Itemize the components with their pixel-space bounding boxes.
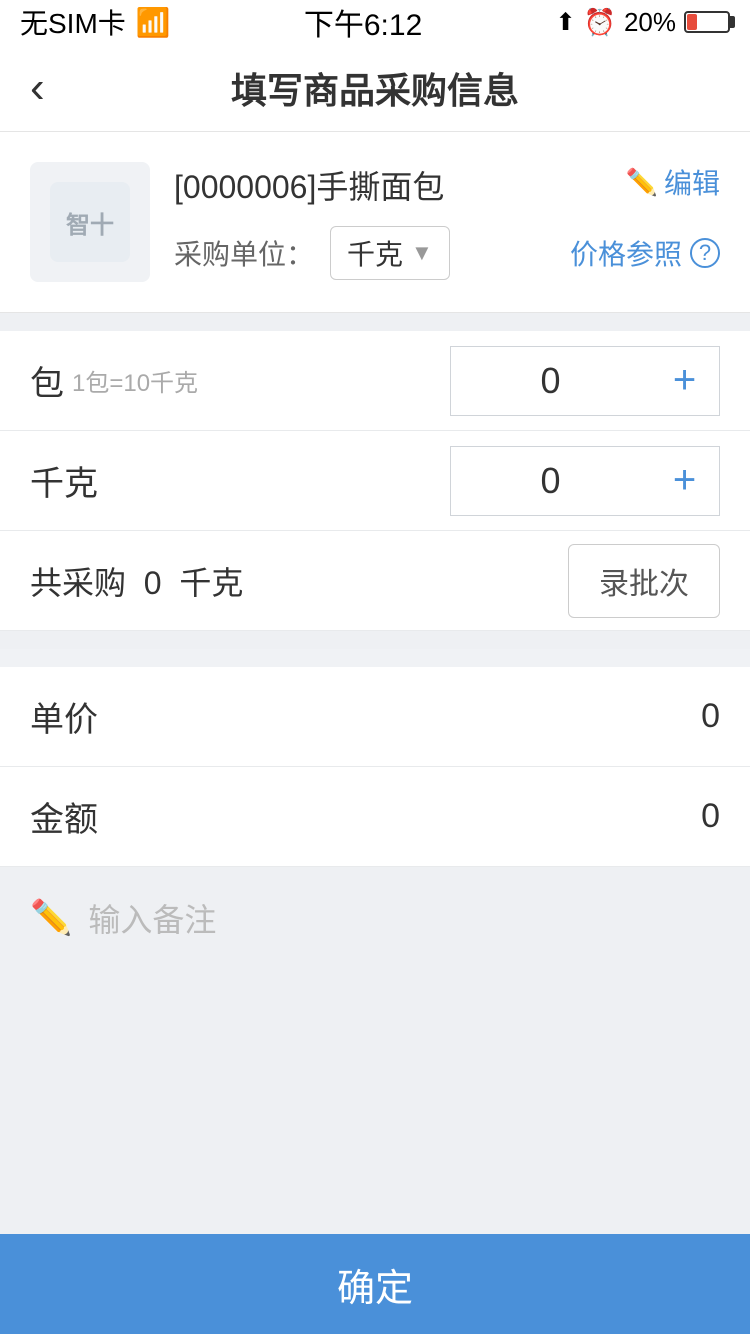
battery-icon [684, 11, 730, 33]
product-card: 智十 [0000006]手撕面包 ✏️ 编辑 采购单位： 千克 ▼ 价格参照 ? [0, 132, 750, 313]
summary-text: 共采购 0 千克 [30, 558, 243, 604]
price-reference-button[interactable]: 价格参照 ? [570, 233, 720, 273]
product-logo: 智十 [50, 182, 130, 262]
price-section: 单价 0 金额 0 [0, 667, 750, 867]
wifi-icon: 📶 [136, 6, 171, 39]
product-image: 智十 [30, 162, 150, 282]
package-controls: 0 + [450, 346, 720, 416]
status-right: ⬆ ⏰ 20% [555, 7, 730, 38]
content-area [0, 969, 750, 1269]
price-ref-label: 价格参照 [570, 233, 682, 273]
unit-price-label: 单价 [30, 692, 98, 741]
batch-button[interactable]: 录批次 [568, 544, 720, 618]
unit-label: 采购单位： [174, 233, 314, 273]
kg-controls: 0 + [450, 446, 720, 516]
separator-1 [0, 313, 750, 331]
summary-row: 共采购 0 千克 录批次 [0, 531, 750, 631]
pencil-icon: ✏️ [30, 898, 72, 938]
summary-prefix: 共采购 [30, 565, 126, 601]
amount-row: 金额 0 [0, 767, 750, 867]
amount-value: 0 [701, 797, 720, 836]
edit-button[interactable]: ✏️ 编辑 [626, 162, 720, 202]
package-value: 0 [540, 360, 560, 402]
package-plus-button[interactable]: + [650, 346, 720, 416]
status-left: 无SIM卡 📶 [20, 2, 171, 42]
kg-number-input[interactable]: 0 [450, 446, 650, 516]
unit-price-row: 单价 0 [0, 667, 750, 767]
edit-icon: ✏️ [626, 167, 658, 198]
remark-section[interactable]: ✏️ 输入备注 [0, 867, 750, 969]
package-number-input[interactable]: 0 [450, 346, 650, 416]
summary-amount: 0 [144, 565, 162, 601]
product-header: [0000006]手撕面包 ✏️ 编辑 [174, 162, 720, 208]
kg-label: 千克 [30, 456, 98, 505]
location-icon: ⬆ [555, 8, 575, 37]
unit-row: 采购单位： 千克 ▼ 价格参照 ? [174, 226, 720, 280]
summary-unit: 千克 [179, 565, 243, 601]
chevron-down-icon: ▼ [411, 240, 433, 266]
remark-placeholder: 输入备注 [88, 895, 216, 941]
logo-text: 智十 [66, 205, 114, 240]
kg-input-row: 千克 0 + [0, 431, 750, 531]
help-icon: ? [690, 238, 720, 268]
nav-bar: ‹ 填写商品采购信息 [0, 44, 750, 132]
kg-value: 0 [540, 460, 560, 502]
amount-label: 金额 [30, 792, 98, 841]
status-bar: 无SIM卡 📶 下午6:12 ⬆ ⏰ 20% [0, 0, 750, 44]
package-label: 包 [30, 356, 64, 405]
time-text: 下午6:12 [304, 0, 422, 44]
unit-value: 千克 [347, 233, 403, 273]
edit-label: 编辑 [664, 162, 720, 202]
product-name: [0000006]手撕面包 [174, 162, 444, 208]
input-section: 包 1包=10千克 0 + 千克 0 + [0, 331, 750, 531]
carrier-text: 无SIM卡 [20, 2, 126, 42]
page-title: 填写商品采购信息 [231, 62, 519, 114]
separator-2 [0, 631, 750, 649]
alarm-icon: ⏰ [584, 7, 616, 38]
unit-price-value: 0 [701, 697, 720, 736]
package-input-row: 包 1包=10千克 0 + [0, 331, 750, 431]
product-info: [0000006]手撕面包 ✏️ 编辑 采购单位： 千克 ▼ 价格参照 ? [174, 162, 720, 280]
kg-plus-button[interactable]: + [650, 446, 720, 516]
back-button[interactable]: ‹ [30, 66, 45, 110]
unit-select[interactable]: 千克 ▼ [330, 226, 450, 280]
battery-percent: 20% [624, 7, 676, 38]
package-sublabel: 1包=10千克 [72, 363, 198, 398]
confirm-wrapper: 确定 [0, 1234, 750, 1334]
confirm-button[interactable]: 确定 [0, 1234, 750, 1334]
